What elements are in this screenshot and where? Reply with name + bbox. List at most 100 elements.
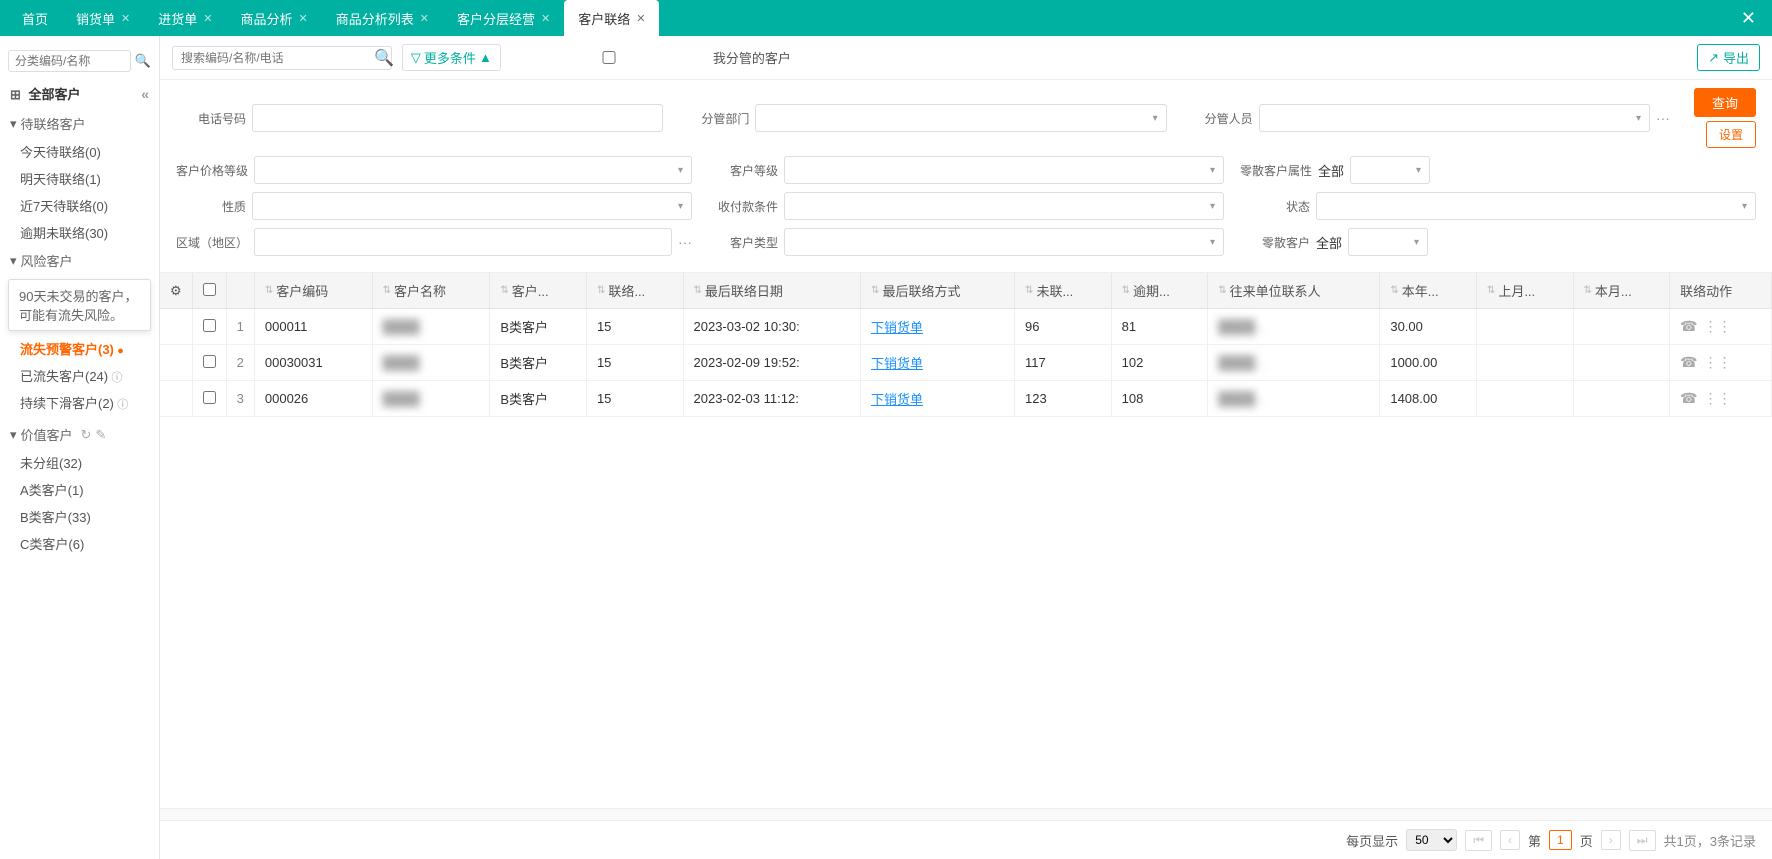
dept-select[interactable]: ▾: [755, 104, 1166, 132]
sidebar-item-class-b[interactable]: B类客户(33): [0, 503, 159, 530]
sidebar-search-input[interactable]: [8, 50, 131, 72]
my-customers-checkbox[interactable]: [509, 51, 709, 64]
th-name[interactable]: ⇅客户名称: [372, 273, 490, 309]
refresh-icon[interactable]: ↻: [81, 427, 92, 443]
sidebar: 🔍 ⊞ 全部客户 « ▾ 待联络客户 今天待联络(0) 明天待联络(1) 近7天…: [0, 36, 160, 859]
sidebar-item-today[interactable]: 今天待联络(0): [0, 138, 159, 165]
tab-customer-segment-close[interactable]: ✕: [541, 12, 550, 25]
sidebar-item-tomorrow[interactable]: 明天待联络(1): [0, 165, 159, 192]
status-select[interactable]: ▾: [1316, 192, 1756, 220]
cell-last-method-1[interactable]: 下销货单: [861, 345, 1015, 381]
action-more-icon-1[interactable]: ⋮⋮: [1704, 354, 1732, 371]
price-level-select[interactable]: ▾: [254, 156, 692, 184]
th-not-contacted[interactable]: ⇅未联...: [1015, 273, 1112, 309]
sidebar-item-churn-warning[interactable]: 流失预警客户(3) ●: [0, 335, 159, 362]
tab-product-analysis-list[interactable]: 商品分析列表 ✕: [322, 0, 443, 36]
retail-customer-select[interactable]: ▾: [1348, 228, 1428, 256]
sidebar-group-pending[interactable]: ▾ 待联络客户: [0, 109, 159, 138]
tab-purchase[interactable]: 进货单 ✕: [144, 0, 226, 36]
action-more-icon-0[interactable]: ⋮⋮: [1704, 318, 1732, 335]
person-select[interactable]: ▾: [1259, 104, 1650, 132]
action-buttons: 查询 设置: [1694, 88, 1756, 148]
sidebar-group-value[interactable]: ▾ 价值客户 ↻ ✎: [0, 420, 159, 449]
action-phone-icon-0[interactable]: ☎: [1680, 318, 1697, 335]
next-page-btn[interactable]: ›: [1601, 830, 1621, 850]
tab-sales[interactable]: 销货单 ✕: [62, 0, 144, 36]
th-code[interactable]: ⇅客户编码: [254, 273, 372, 309]
filter-more-conditions[interactable]: ▽ 更多条件 ▲: [402, 44, 501, 71]
payment-select[interactable]: ▾: [784, 192, 1224, 220]
th-last-month[interactable]: ⇅上月...: [1476, 273, 1573, 309]
filter-my-customers[interactable]: 我分管的客户: [509, 48, 791, 67]
sidebar-item-overdue[interactable]: 逾期未联络(30): [0, 219, 159, 246]
tab-product-analysis-list-close[interactable]: ✕: [420, 12, 429, 25]
select-all-checkbox[interactable]: [203, 283, 216, 296]
th-this-month[interactable]: ⇅本月...: [1573, 273, 1670, 309]
sidebar-item-churned[interactable]: 已流失客户(24) ⓘ: [0, 362, 159, 389]
filter-bar: 🔍 ▽ 更多条件 ▲ 我分管的客户 ↗ 导出: [160, 36, 1772, 80]
gender-chevron-icon: ▾: [678, 201, 683, 212]
action-phone-icon-1[interactable]: ☎: [1680, 354, 1697, 371]
th-last-method[interactable]: ⇅最后联络方式: [861, 273, 1015, 309]
horizontal-scrollbar[interactable]: [160, 808, 1772, 820]
person-field: 分管人员 ▾ ···: [1183, 104, 1670, 132]
sidebar-item-class-c[interactable]: C类客户(6): [0, 530, 159, 557]
sidebar-item-class-a[interactable]: A类客户(1): [0, 476, 159, 503]
gender-select[interactable]: ▾: [252, 192, 692, 220]
sidebar-item-7days[interactable]: 近7天待联络(0): [0, 192, 159, 219]
search-input[interactable]: [172, 46, 392, 70]
export-button[interactable]: ↗ 导出: [1697, 44, 1760, 71]
th-company-contact[interactable]: ⇅往来单位联系人: [1208, 273, 1380, 309]
region-more-btn[interactable]: ···: [678, 234, 692, 250]
th-this-year[interactable]: ⇅本年...: [1380, 273, 1477, 309]
th-settings[interactable]: ⚙: [160, 273, 192, 309]
retail-attr-field: 零散客户属性 全部 ▾: [1240, 156, 1756, 184]
cell-checkbox-0[interactable]: [192, 309, 226, 345]
action-more-icon-2[interactable]: ⋮⋮: [1704, 390, 1732, 407]
window-close-btn[interactable]: ✕: [1733, 8, 1764, 29]
sidebar-all-customers[interactable]: ⊞ 全部客户 «: [0, 78, 159, 109]
cell-checkbox-1[interactable]: [192, 345, 226, 381]
customer-type-select[interactable]: ▾: [784, 228, 1224, 256]
sidebar-item-ungrouped[interactable]: 未分组(32): [0, 449, 159, 476]
first-page-btn[interactable]: ⏮: [1465, 830, 1492, 851]
cell-last-method-0[interactable]: 下销货单: [861, 309, 1015, 345]
tab-purchase-close[interactable]: ✕: [203, 12, 212, 25]
cell-settings-2: [160, 381, 192, 417]
cell-last-method-2[interactable]: 下销货单: [861, 381, 1015, 417]
sidebar-group-risk[interactable]: ▾ 风险客户: [0, 246, 159, 275]
tab-product-analysis[interactable]: 商品分析 ✕: [226, 0, 321, 36]
last-page-btn[interactable]: ⏭: [1629, 830, 1656, 851]
tab-product-analysis-close[interactable]: ✕: [299, 12, 308, 25]
sidebar-search-icon[interactable]: 🔍: [135, 53, 151, 69]
region-select[interactable]: [254, 228, 672, 256]
sidebar-item-declining[interactable]: 持续下滑客户(2) ⓘ: [0, 389, 159, 416]
prev-page-btn[interactable]: ‹: [1500, 830, 1520, 850]
customer-level-select[interactable]: ▾: [784, 156, 1224, 184]
phone-input[interactable]: [252, 104, 663, 132]
query-button[interactable]: 查询: [1694, 88, 1756, 117]
tab-home[interactable]: 首页: [8, 0, 62, 36]
th-last-date[interactable]: ⇅最后联络日期: [683, 273, 861, 309]
tab-sales-close[interactable]: ✕: [121, 12, 130, 25]
retail-attr-select[interactable]: ▾: [1350, 156, 1430, 184]
action-phone-icon-2[interactable]: ☎: [1680, 390, 1697, 407]
retail-customer-field: 零散客户 全部 ▾: [1240, 228, 1756, 256]
edit-icon[interactable]: ✎: [95, 427, 106, 443]
filter-search-button[interactable]: 🔍: [374, 48, 394, 68]
tab-customer-contact[interactable]: 客户联络 ✕: [564, 0, 659, 36]
th-checkbox[interactable]: [192, 273, 226, 309]
cell-type-2: B类客户: [490, 381, 587, 417]
tab-customer-segment[interactable]: 客户分层经营 ✕: [443, 0, 564, 36]
th-overdue[interactable]: ⇅逾期...: [1111, 273, 1208, 309]
th-contact[interactable]: ⇅联络...: [586, 273, 683, 309]
sidebar-collapse-btn[interactable]: «: [141, 86, 149, 102]
tab-customer-contact-close[interactable]: ✕: [636, 12, 645, 25]
person-more-btn[interactable]: ···: [1656, 110, 1670, 126]
th-type[interactable]: ⇅客户...: [490, 273, 587, 309]
settings-button[interactable]: 设置: [1706, 121, 1756, 148]
cell-checkbox-2[interactable]: [192, 381, 226, 417]
per-page-select[interactable]: 50 100 200: [1406, 829, 1457, 851]
settings-icon[interactable]: ⚙: [170, 283, 182, 298]
cell-code-1: 00030031: [254, 345, 372, 381]
